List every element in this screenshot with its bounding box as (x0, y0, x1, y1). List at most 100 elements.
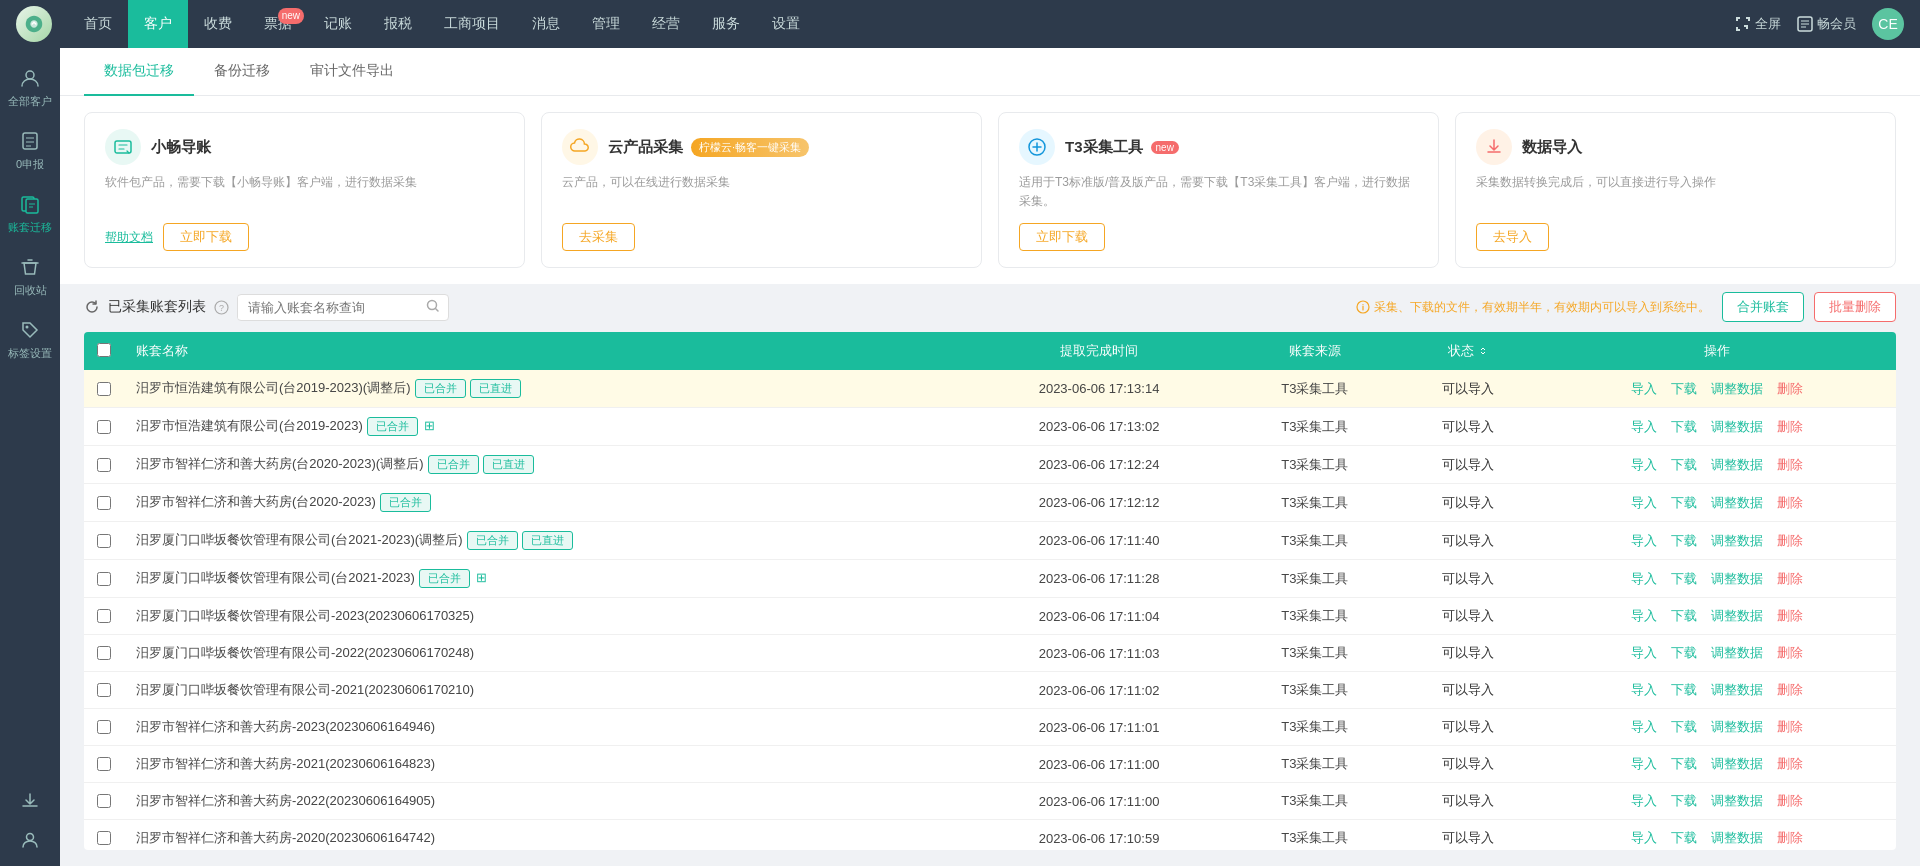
nav-home[interactable]: 首页 (68, 0, 128, 48)
row-import-link[interactable]: 导入 (1631, 644, 1657, 662)
card-import-go-btn[interactable]: 去导入 (1476, 223, 1549, 251)
sidebar-item-recycle[interactable]: 回收站 (0, 245, 60, 308)
row-adjust-link[interactable]: 调整数据 (1711, 456, 1763, 474)
row-download-link[interactable]: 下载 (1671, 718, 1697, 736)
sidebar-item-tag-settings[interactable]: 标签设置 (0, 308, 60, 371)
row-delete-link[interactable]: 删除 (1777, 494, 1803, 512)
nav-tax[interactable]: 报税 (368, 0, 428, 48)
row-download-link[interactable]: 下载 (1671, 792, 1697, 810)
row-download-link[interactable]: 下载 (1671, 494, 1697, 512)
row-adjust-link[interactable]: 调整数据 (1711, 570, 1763, 588)
row-download-link[interactable]: 下载 (1671, 570, 1697, 588)
row-adjust-link[interactable]: 调整数据 (1711, 418, 1763, 436)
row-delete-link[interactable]: 删除 (1777, 644, 1803, 662)
member-btn[interactable]: 畅会员 (1797, 15, 1856, 33)
row-checkbox[interactable] (97, 609, 111, 623)
row-download-link[interactable]: 下载 (1671, 532, 1697, 550)
row-checkbox[interactable] (97, 683, 111, 697)
row-import-link[interactable]: 导入 (1631, 456, 1657, 474)
tab-data-migration[interactable]: 数据包迁移 (84, 48, 194, 96)
row-checkbox[interactable] (97, 534, 111, 548)
search-button[interactable] (418, 295, 448, 320)
row-download-link[interactable]: 下载 (1671, 418, 1697, 436)
nav-service[interactable]: 服务 (696, 0, 756, 48)
fullscreen-btn[interactable]: 全屏 (1735, 15, 1781, 33)
row-import-link[interactable]: 导入 (1631, 570, 1657, 588)
row-adjust-link[interactable]: 调整数据 (1711, 607, 1763, 625)
row-import-link[interactable]: 导入 (1631, 755, 1657, 773)
row-import-link[interactable]: 导入 (1631, 380, 1657, 398)
user-settings-icon[interactable] (19, 828, 41, 850)
row-delete-link[interactable]: 删除 (1777, 681, 1803, 699)
row-delete-link[interactable]: 删除 (1777, 456, 1803, 474)
nav-settings[interactable]: 设置 (756, 0, 816, 48)
row-checkbox[interactable] (97, 757, 111, 771)
th-status[interactable]: 状态 (1398, 332, 1537, 370)
row-delete-link[interactable]: 删除 (1777, 532, 1803, 550)
row-download-link[interactable]: 下载 (1671, 829, 1697, 847)
row-download-link[interactable]: 下载 (1671, 380, 1697, 398)
row-download-link[interactable]: 下载 (1671, 755, 1697, 773)
row-delete-link[interactable]: 删除 (1777, 755, 1803, 773)
sidebar-item-all-clients[interactable]: 全部客户 (0, 56, 60, 119)
row-checkbox[interactable] (97, 458, 111, 472)
logo[interactable] (16, 6, 52, 42)
row-adjust-link[interactable]: 调整数据 (1711, 755, 1763, 773)
row-adjust-link[interactable]: 调整数据 (1711, 532, 1763, 550)
row-import-link[interactable]: 导入 (1631, 792, 1657, 810)
row-import-link[interactable]: 导入 (1631, 532, 1657, 550)
nav-business[interactable]: 工商项目 (428, 0, 516, 48)
row-adjust-link[interactable]: 调整数据 (1711, 644, 1763, 662)
row-import-link[interactable]: 导入 (1631, 607, 1657, 625)
search-input[interactable] (238, 296, 418, 319)
sidebar-item-account-migration[interactable]: 账套迁移 (0, 182, 60, 245)
row-adjust-link[interactable]: 调整数据 (1711, 718, 1763, 736)
user-avatar[interactable]: CE (1872, 8, 1904, 40)
row-download-link[interactable]: 下载 (1671, 644, 1697, 662)
row-adjust-link[interactable]: 调整数据 (1711, 792, 1763, 810)
batch-delete-btn[interactable]: 批量删除 (1814, 292, 1896, 322)
download-icon[interactable] (19, 790, 41, 812)
row-delete-link[interactable]: 删除 (1777, 570, 1803, 588)
nav-client[interactable]: 客户 (128, 0, 188, 48)
card-cloud-collect-btn[interactable]: 去采集 (562, 223, 635, 251)
row-checkbox[interactable] (97, 831, 111, 845)
row-delete-link[interactable]: 删除 (1777, 380, 1803, 398)
row-delete-link[interactable]: 删除 (1777, 718, 1803, 736)
nav-invoice[interactable]: 票据new (248, 0, 308, 48)
card-xiaochang-download-btn[interactable]: 立即下载 (163, 223, 249, 251)
row-adjust-link[interactable]: 调整数据 (1711, 494, 1763, 512)
row-adjust-link[interactable]: 调整数据 (1711, 681, 1763, 699)
refresh-icon[interactable] (84, 299, 100, 315)
row-checkbox[interactable] (97, 646, 111, 660)
row-delete-link[interactable]: 删除 (1777, 607, 1803, 625)
nav-bookkeeping[interactable]: 记账 (308, 0, 368, 48)
row-adjust-link[interactable]: 调整数据 (1711, 380, 1763, 398)
row-import-link[interactable]: 导入 (1631, 681, 1657, 699)
card-xiaochang-help-link[interactable]: 帮助文档 (105, 229, 153, 246)
select-all-checkbox[interactable] (97, 343, 111, 357)
nav-manage[interactable]: 管理 (576, 0, 636, 48)
nav-operation[interactable]: 经营 (636, 0, 696, 48)
nav-message[interactable]: 消息 (516, 0, 576, 48)
row-import-link[interactable]: 导入 (1631, 418, 1657, 436)
row-delete-link[interactable]: 删除 (1777, 418, 1803, 436)
merge-account-btn[interactable]: 合并账套 (1722, 292, 1804, 322)
row-checkbox[interactable] (97, 382, 111, 396)
sidebar-item-zero-report[interactable]: 0申报 (0, 119, 60, 182)
tab-audit-export[interactable]: 审计文件导出 (290, 48, 414, 96)
tab-backup-migration[interactable]: 备份迁移 (194, 48, 290, 96)
row-adjust-link[interactable]: 调整数据 (1711, 829, 1763, 847)
row-download-link[interactable]: 下载 (1671, 456, 1697, 474)
row-download-link[interactable]: 下载 (1671, 607, 1697, 625)
nav-fee[interactable]: 收费 (188, 0, 248, 48)
row-checkbox[interactable] (97, 572, 111, 586)
row-download-link[interactable]: 下载 (1671, 681, 1697, 699)
row-import-link[interactable]: 导入 (1631, 494, 1657, 512)
row-delete-link[interactable]: 删除 (1777, 829, 1803, 847)
row-checkbox[interactable] (97, 496, 111, 510)
row-delete-link[interactable]: 删除 (1777, 792, 1803, 810)
row-import-link[interactable]: 导入 (1631, 829, 1657, 847)
row-import-link[interactable]: 导入 (1631, 718, 1657, 736)
card-t3-download-btn[interactable]: 立即下载 (1019, 223, 1105, 251)
